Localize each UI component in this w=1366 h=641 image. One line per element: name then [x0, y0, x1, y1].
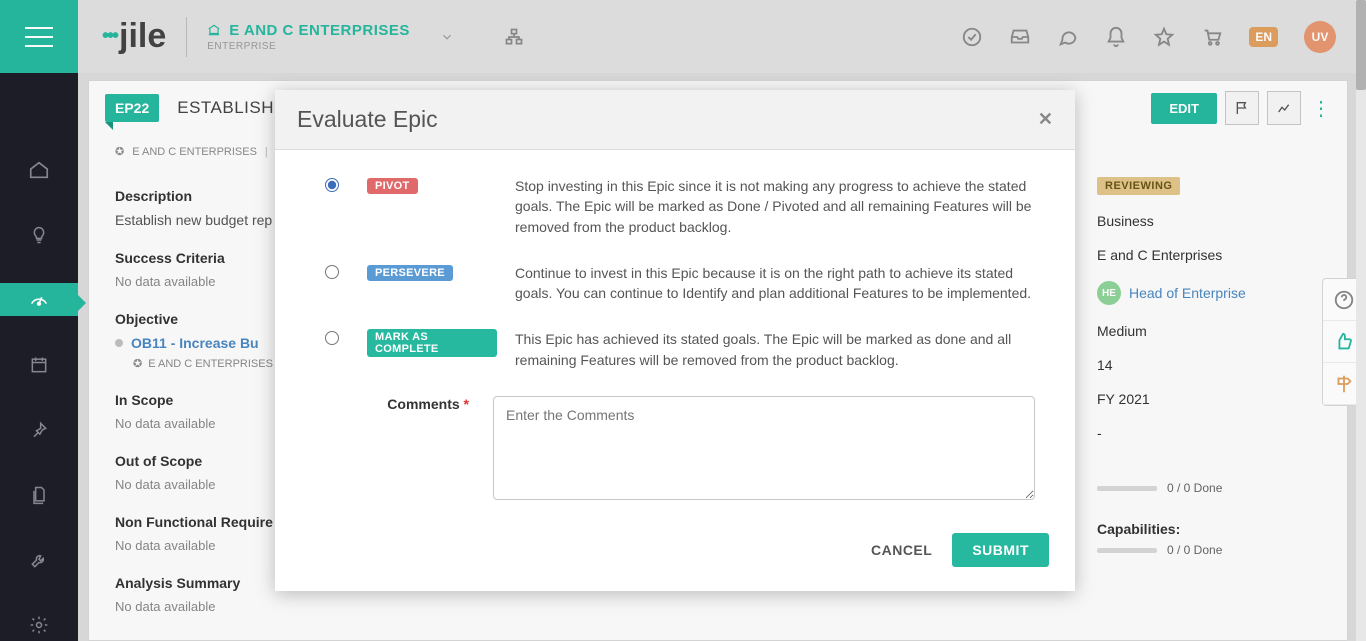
radio-persevere[interactable] — [325, 265, 339, 279]
tag-persevere: PERSEVERE — [367, 265, 453, 281]
option-pivot: PIVOT Stop investing in this Epic since … — [325, 176, 1035, 237]
tag-complete: MARK AS COMPLETE — [367, 329, 497, 357]
desc-persevere: Continue to invest in this Epic because … — [515, 263, 1035, 304]
cancel-button[interactable]: CANCEL — [871, 542, 932, 558]
modal-title: Evaluate Epic — [297, 106, 438, 133]
modal-body: PIVOT Stop investing in this Epic since … — [275, 150, 1075, 515]
option-complete: MARK AS COMPLETE This Epic has achieved … — [325, 329, 1035, 370]
comments-input[interactable] — [493, 396, 1035, 500]
option-persevere: PERSEVERE Continue to invest in this Epi… — [325, 263, 1035, 304]
desc-complete: This Epic has achieved its stated goals.… — [515, 329, 1035, 370]
close-icon[interactable]: ✕ — [1038, 109, 1053, 130]
tag-pivot: PIVOT — [367, 178, 418, 194]
desc-pivot: Stop investing in this Epic since it is … — [515, 176, 1035, 237]
modal-header: Evaluate Epic ✕ — [275, 90, 1075, 150]
comments-row: Comments * — [325, 396, 1035, 505]
radio-complete[interactable] — [325, 331, 339, 345]
evaluate-epic-modal: Evaluate Epic ✕ PIVOT Stop investing in … — [275, 90, 1075, 591]
submit-button[interactable]: SUBMIT — [952, 533, 1049, 567]
modal-footer: CANCEL SUBMIT — [275, 515, 1075, 591]
comments-label: Comments * — [325, 396, 475, 412]
radio-pivot[interactable] — [325, 178, 339, 192]
